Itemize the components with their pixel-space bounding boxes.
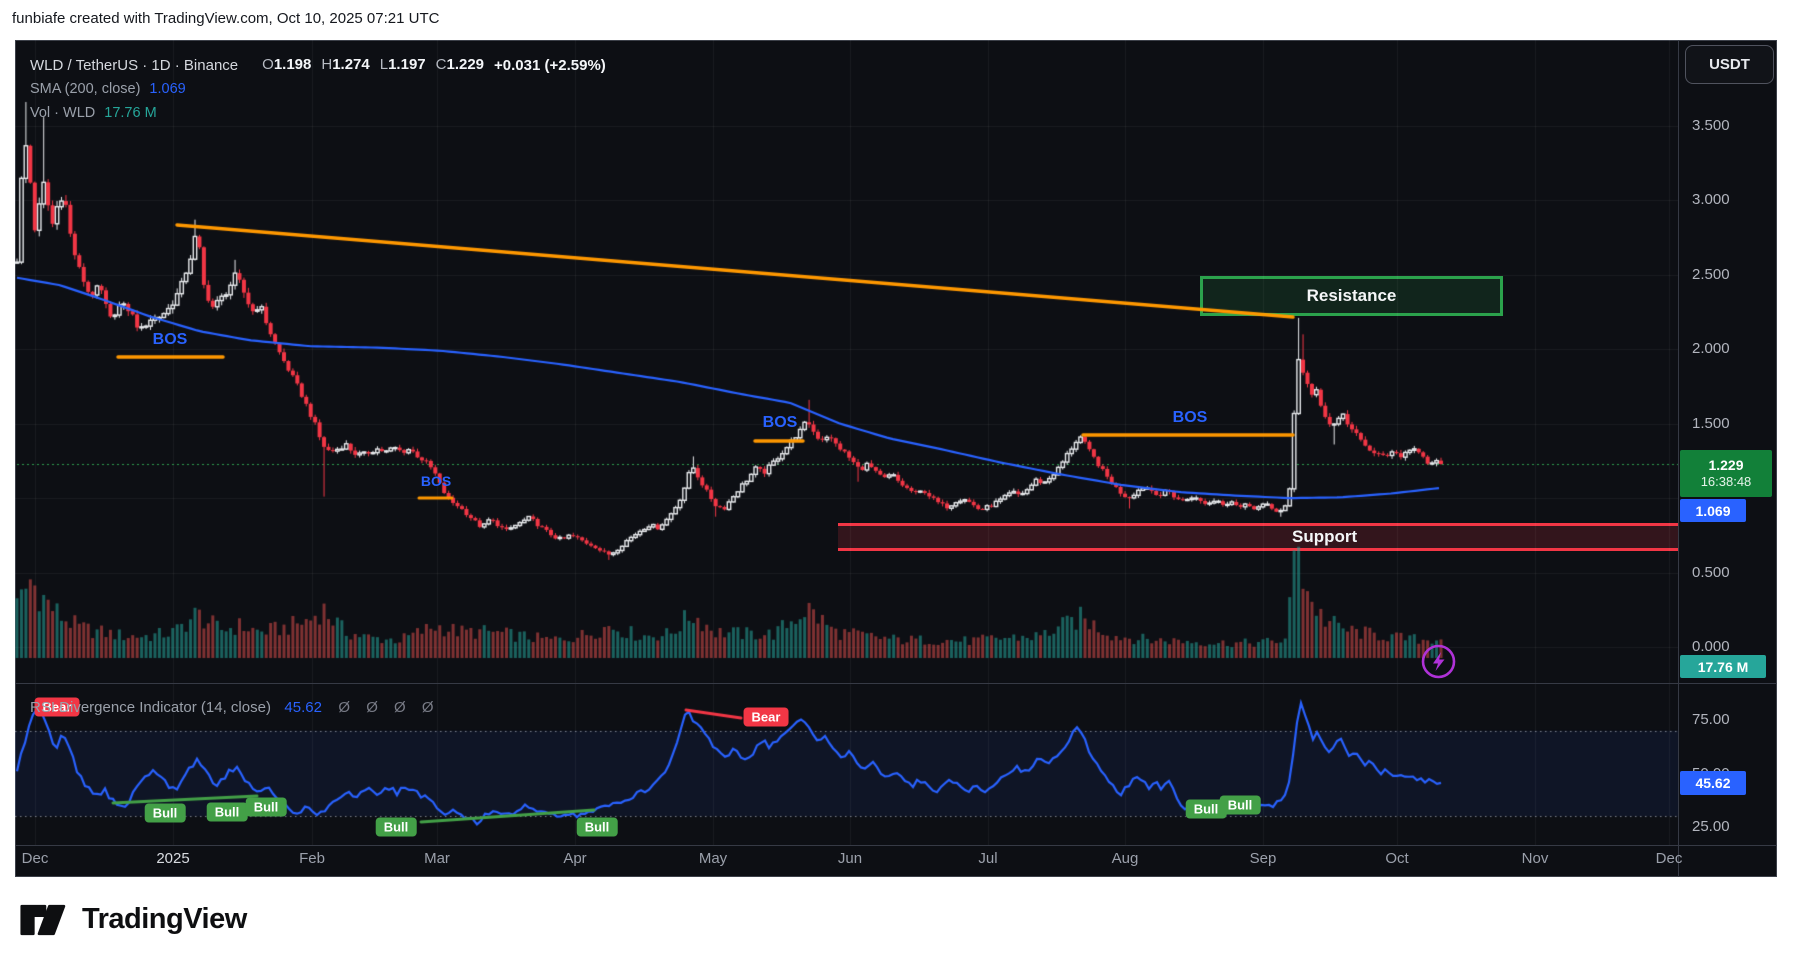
tradingview-footer[interactable]: TradingView bbox=[20, 903, 247, 936]
attribution-header: funbiafe created with TradingView.com, O… bbox=[12, 10, 439, 27]
time-axis-label[interactable]: Aug bbox=[1112, 850, 1139, 867]
sma-price-badge: 1.069 bbox=[1680, 499, 1746, 522]
symbol-legend[interactable]: WLD / TetherUS · 1D · Binance O1.198H1.2… bbox=[30, 53, 606, 125]
ohlc-key: C bbox=[436, 56, 447, 73]
time-axis-label[interactable]: May bbox=[699, 850, 727, 867]
rsi-axis-label: 75.00 bbox=[1692, 711, 1730, 728]
price-chart-canvas[interactable] bbox=[15, 40, 1678, 845]
price-axis-border bbox=[1678, 40, 1679, 877]
ohlc-value: 1.274 bbox=[332, 56, 370, 73]
time-axis-label[interactable]: Apr bbox=[563, 850, 586, 867]
rsi-indicator-title: RSI Divergence Indicator (14, close) bbox=[30, 699, 271, 716]
bull-signal-badge[interactable]: Bull bbox=[145, 804, 186, 823]
legend-row-volume[interactable]: Vol · WLD 17.76 M bbox=[30, 101, 606, 125]
price-axis-label: 0.500 bbox=[1692, 564, 1730, 581]
bos-annotation-label[interactable]: BOS bbox=[1173, 409, 1208, 427]
price-axis-label: 3.500 bbox=[1692, 117, 1730, 134]
currency-toggle-button[interactable]: USDT bbox=[1685, 45, 1774, 84]
time-axis-label[interactable]: Dec bbox=[22, 850, 49, 867]
tradingview-logo-icon bbox=[20, 904, 70, 936]
rsi-value-badge: 45.62 bbox=[1680, 771, 1746, 795]
time-axis-label[interactable]: Feb bbox=[299, 850, 325, 867]
ohlc-value: 1.198 bbox=[274, 56, 312, 73]
sma-value: 1.069 bbox=[149, 81, 185, 97]
rsi-axis-label: 25.00 bbox=[1692, 818, 1730, 835]
bull-signal-badge[interactable]: Bull bbox=[577, 818, 618, 837]
tradingview-wordmark: TradingView bbox=[82, 903, 247, 936]
bull-signal-badge[interactable]: Bull bbox=[376, 818, 417, 837]
bull-signal-badge[interactable]: Bull bbox=[207, 803, 248, 822]
volume-badge: 17.76 M bbox=[1680, 655, 1766, 678]
ohlc-values: O1.198 H1.274 L1.197 C1.229 bbox=[252, 56, 484, 74]
bar-countdown: 16:38:48 bbox=[1701, 474, 1752, 490]
ohlc-value: 1.197 bbox=[388, 56, 426, 73]
sma-label: SMA (200, close) bbox=[30, 81, 140, 97]
time-axis-label[interactable]: Sep bbox=[1250, 850, 1277, 867]
symbol-title[interactable]: WLD / TetherUS · 1D · Binance bbox=[30, 57, 238, 74]
price-axis-label: 2.500 bbox=[1692, 266, 1730, 283]
time-axis-border bbox=[16, 845, 1777, 846]
bear-signal-badge[interactable]: Bear bbox=[744, 708, 789, 727]
legend-row-sma[interactable]: SMA (200, close) 1.069 bbox=[30, 77, 606, 101]
bos-annotation-label[interactable]: BOS bbox=[421, 473, 451, 489]
ohlc-key: H bbox=[321, 56, 332, 73]
time-axis-label[interactable]: Mar bbox=[424, 850, 450, 867]
last-price-value: 1.229 bbox=[1708, 457, 1743, 475]
price-axis-label: 2.000 bbox=[1692, 340, 1730, 357]
legend-row-symbol[interactable]: WLD / TetherUS · 1D · Binance O1.198H1.2… bbox=[30, 53, 606, 77]
ohlc-key: O bbox=[262, 56, 274, 73]
price-axis-label: 1.500 bbox=[1692, 415, 1730, 432]
price-axis-label: 0.000 bbox=[1692, 638, 1730, 655]
time-axis-label[interactable]: 2025 bbox=[156, 850, 189, 867]
volume-value: 17.76 M bbox=[104, 105, 156, 121]
bos-annotation-label[interactable]: BOS bbox=[153, 331, 188, 349]
time-axis-label[interactable]: Dec bbox=[1656, 850, 1683, 867]
time-axis-label[interactable]: Jun bbox=[838, 850, 862, 867]
rsi-indicator-params: Ø Ø Ø Ø bbox=[338, 699, 439, 716]
pane-divider[interactable] bbox=[16, 683, 1777, 684]
ohlc-key: L bbox=[380, 56, 388, 73]
bull-signal-badge[interactable]: Bull bbox=[246, 798, 287, 817]
volume-label: Vol · WLD bbox=[30, 105, 95, 121]
time-axis-label[interactable]: Jul bbox=[978, 850, 997, 867]
bos-annotation-label[interactable]: BOS bbox=[763, 414, 798, 432]
rsi-indicator-value: 45.62 bbox=[284, 699, 322, 716]
price-axis-label: 3.000 bbox=[1692, 191, 1730, 208]
lightning-icon[interactable] bbox=[1420, 643, 1457, 680]
resistance-label: Resistance bbox=[1200, 276, 1503, 316]
bull-signal-badge[interactable]: Bull bbox=[1220, 796, 1261, 815]
change-value: +0.031 (+2.59%) bbox=[494, 57, 606, 74]
ohlc-value: 1.229 bbox=[446, 56, 484, 73]
rsi-indicator-legend[interactable]: RSI Divergence Indicator (14, close) 45.… bbox=[30, 699, 440, 717]
time-axis-label[interactable]: Oct bbox=[1385, 850, 1408, 867]
support-label: Support bbox=[1292, 527, 1357, 547]
last-price-badge: 1.229 16:38:48 bbox=[1680, 450, 1772, 497]
time-axis-label[interactable]: Nov bbox=[1522, 850, 1549, 867]
